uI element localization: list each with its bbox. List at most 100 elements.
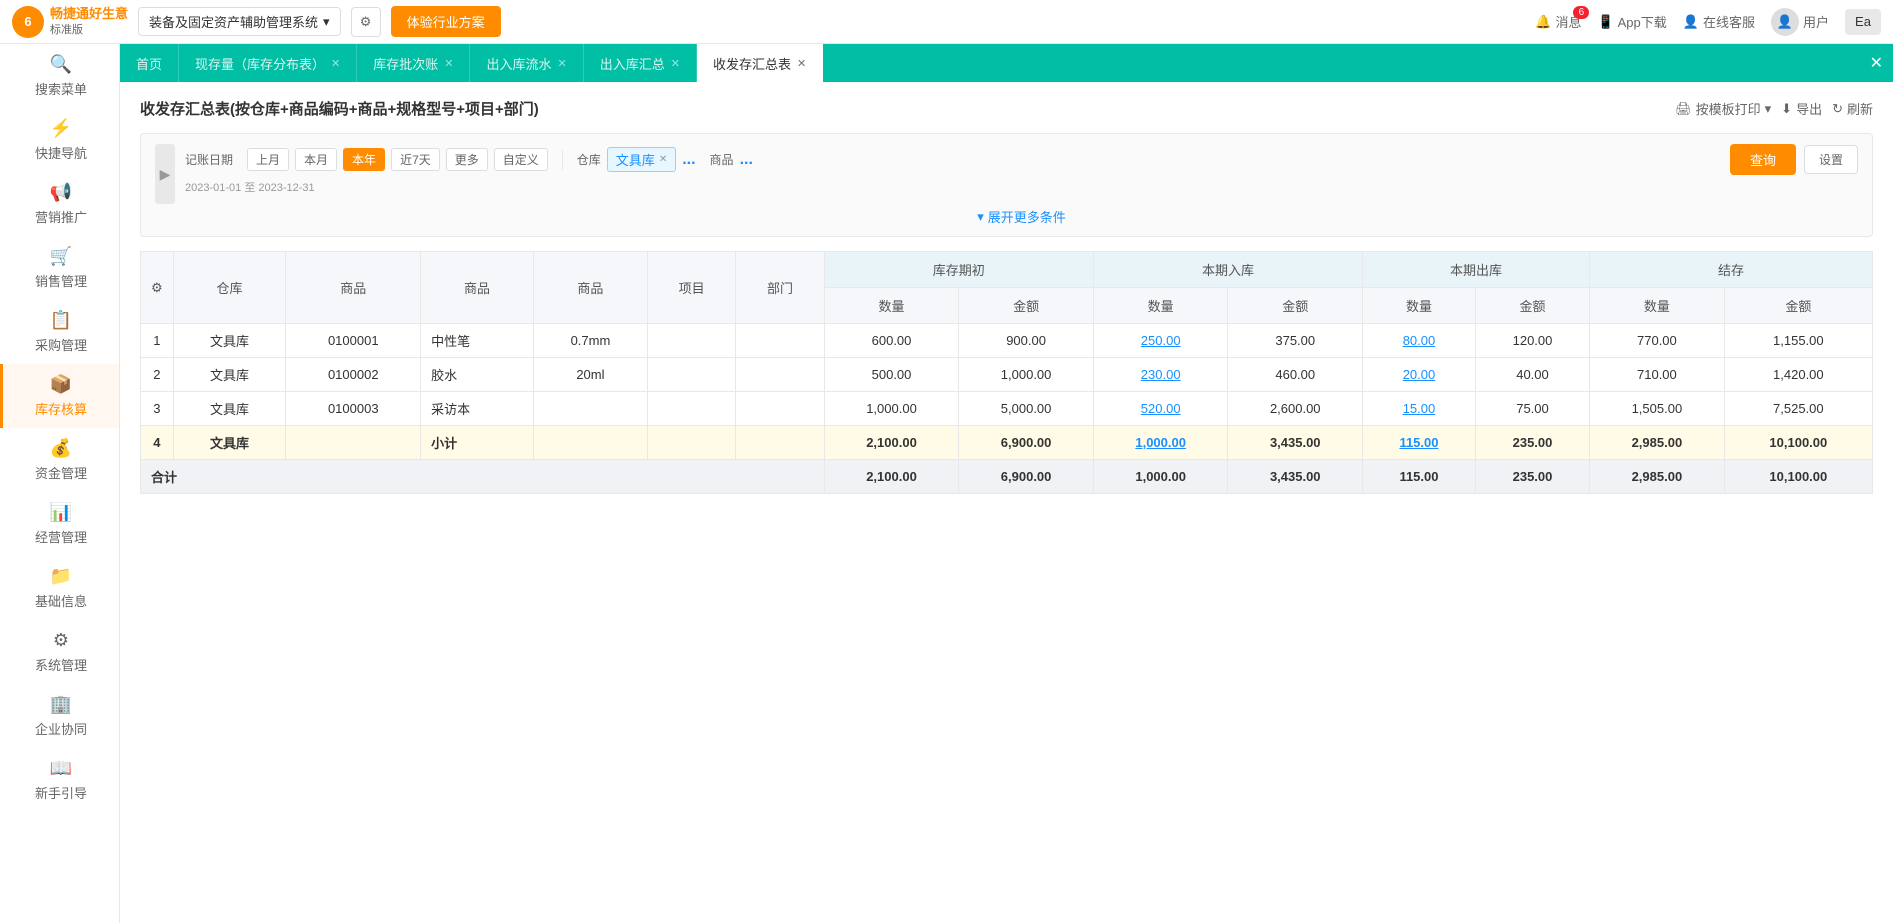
tab-stock-dist[interactable]: 现存量（库存分布表） ✕ bbox=[179, 44, 357, 82]
system-name[interactable]: 装备及固定资产辅助管理系统 ▾ bbox=[138, 7, 341, 36]
tab-inout-flow[interactable]: 出入库流水 ✕ bbox=[470, 44, 583, 82]
row3-in-qty[interactable]: 520.00 bbox=[1093, 392, 1228, 426]
print-icon: 🖨 bbox=[1675, 101, 1692, 117]
row2-out-qty[interactable]: 20.00 bbox=[1363, 358, 1476, 392]
sidebar-item-quick-nav[interactable]: ⚡ 快捷导航 bbox=[0, 108, 119, 172]
expand-row: ▾ 展开更多条件 bbox=[185, 201, 1858, 226]
bell-icon: 🔔 bbox=[1535, 14, 1551, 30]
sidebar-item-inventory[interactable]: 📦 库存核算 bbox=[0, 364, 119, 428]
row1-open-qty: 600.00 bbox=[824, 324, 959, 358]
tab-home[interactable]: 首页 bbox=[120, 44, 179, 82]
row2-dept bbox=[736, 358, 824, 392]
warehouse-tag[interactable]: 文具库 ✕ bbox=[607, 147, 676, 172]
sidebar-item-search[interactable]: 🔍 搜索菜单 bbox=[0, 44, 119, 108]
sidebar-item-finance[interactable]: 💰 资金管理 bbox=[0, 428, 119, 492]
col-out-qty-header: 数量 bbox=[1363, 288, 1476, 324]
query-button[interactable]: 查询 bbox=[1730, 144, 1796, 175]
filter-bar: ▶ 记账日期 上月 本月 本年 近7天 更多 自定义 bbox=[140, 133, 1873, 237]
col-code-header: 商品 bbox=[286, 252, 421, 324]
sidebar-item-purchase[interactable]: 📋 采购管理 bbox=[0, 300, 119, 364]
sidebar-item-operations[interactable]: 📊 经营管理 bbox=[0, 492, 119, 556]
total-bal-amt: 10,100.00 bbox=[1724, 460, 1872, 494]
tab-close-receipt-summary[interactable]: ✕ bbox=[797, 57, 806, 70]
sidebar-item-system[interactable]: ⚙ 系统管理 bbox=[0, 620, 119, 684]
sidebar-item-marketing[interactable]: 📢 营销推广 bbox=[0, 172, 119, 236]
tab-close-inout-summary[interactable]: ✕ bbox=[671, 57, 680, 70]
operations-icon: 📊 bbox=[50, 502, 72, 523]
col-name-header: 商品 bbox=[421, 252, 534, 324]
col-bal-amt-header: 金额 bbox=[1724, 288, 1872, 324]
sidebar-item-enterprise[interactable]: 🏢 企业协同 bbox=[0, 684, 119, 748]
subtotal-dept bbox=[736, 426, 824, 460]
expand-conditions-button[interactable]: ▾ 展开更多条件 bbox=[977, 207, 1066, 226]
col-dept-header: 部门 bbox=[736, 252, 824, 324]
tab-close-inout-flow[interactable]: ✕ bbox=[558, 57, 567, 70]
date-btn-this-month[interactable]: 本月 bbox=[295, 148, 337, 171]
system-icon: ⚙ bbox=[53, 630, 69, 651]
row2-warehouse: 文具库 bbox=[173, 358, 286, 392]
row2-code: 0100002 bbox=[286, 358, 421, 392]
row1-bal-amt: 1,155.00 bbox=[1724, 324, 1872, 358]
page-content: 收发存汇总表(按仓库+商品编码+商品+规格型号+项目+部门) 🖨 按模板打印 ▾… bbox=[120, 82, 1893, 923]
search-icon: 🔍 bbox=[50, 54, 72, 75]
sidebar-item-basic-info[interactable]: 📁 基础信息 bbox=[0, 556, 119, 620]
ea-badge: Ea bbox=[1845, 9, 1881, 35]
warehouse-tag-close[interactable]: ✕ bbox=[659, 154, 667, 165]
chevron-down-icon: ▾ bbox=[977, 209, 984, 225]
settings-button[interactable]: 设置 bbox=[1804, 145, 1858, 174]
refresh-button[interactable]: ↻ 刷新 bbox=[1832, 99, 1873, 118]
row3-name: 采访本 bbox=[421, 392, 534, 426]
guide-icon: 📖 bbox=[50, 758, 72, 779]
subtotal-in-qty[interactable]: 1,000.00 bbox=[1093, 426, 1228, 460]
row3-code: 0100003 bbox=[286, 392, 421, 426]
date-shortcuts: 上月 本月 本年 近7天 更多 自定义 bbox=[247, 148, 548, 171]
subtotal-warehouse: 文具库 bbox=[173, 426, 286, 460]
row1-project bbox=[648, 324, 736, 358]
tab-batch[interactable]: 库存批次账 ✕ bbox=[357, 44, 470, 82]
warehouse-more-button[interactable]: ... bbox=[682, 151, 695, 169]
logo-text: 畅捷通好生意 标准版 bbox=[50, 6, 128, 37]
subtotal-seq: 4 bbox=[141, 426, 174, 460]
subtotal-out-qty[interactable]: 115.00 bbox=[1363, 426, 1476, 460]
gear-button[interactable]: ⚙ bbox=[351, 7, 381, 37]
row1-bal-qty: 770.00 bbox=[1590, 324, 1725, 358]
online-service[interactable]: 👤 在线客服 bbox=[1683, 12, 1755, 31]
date-btn-last-month[interactable]: 上月 bbox=[247, 148, 289, 171]
row3-out-qty[interactable]: 15.00 bbox=[1363, 392, 1476, 426]
tab-inout-summary[interactable]: 出入库汇总 ✕ bbox=[584, 44, 697, 82]
row3-seq: 3 bbox=[141, 392, 174, 426]
warehouse-filter: 仓库 文具库 ✕ ... bbox=[577, 147, 696, 172]
filter-collapse-button[interactable]: ▶ bbox=[155, 144, 175, 204]
date-btn-this-year[interactable]: 本年 bbox=[343, 148, 385, 171]
sidebar-item-sales[interactable]: 🛒 销售管理 bbox=[0, 236, 119, 300]
row2-open-amt: 1,000.00 bbox=[959, 358, 1094, 392]
row2-in-qty[interactable]: 230.00 bbox=[1093, 358, 1228, 392]
tab-bar-close[interactable]: ✕ bbox=[1860, 53, 1893, 73]
table-row: 2 文具库 0100002 胶水 20ml 500.00 1,000.00 23… bbox=[141, 358, 1873, 392]
export-icon: ⬇ bbox=[1781, 101, 1792, 117]
goods-more-button[interactable]: ... bbox=[740, 151, 753, 169]
tab-receipt-summary[interactable]: 收发存汇总表 ✕ bbox=[697, 44, 823, 82]
print-template-button[interactable]: 🖨 按模板打印 ▾ bbox=[1675, 99, 1771, 118]
tab-close-stock-dist[interactable]: ✕ bbox=[331, 57, 340, 70]
tab-close-batch[interactable]: ✕ bbox=[444, 57, 453, 70]
row2-spec: 20ml bbox=[533, 358, 647, 392]
date-btn-7days[interactable]: 近7天 bbox=[391, 148, 440, 171]
sidebar-item-guide[interactable]: 📖 新手引导 bbox=[0, 748, 119, 812]
date-btn-more[interactable]: 更多 bbox=[446, 148, 488, 171]
row2-bal-qty: 710.00 bbox=[1590, 358, 1725, 392]
table-row: 1 文具库 0100001 中性笔 0.7mm 600.00 900.00 25… bbox=[141, 324, 1873, 358]
notification-bell[interactable]: 🔔 消息 6 bbox=[1535, 12, 1581, 31]
experience-button[interactable]: 体验行业方案 bbox=[391, 6, 501, 37]
date-btn-custom[interactable]: 自定义 bbox=[494, 148, 548, 171]
col-settings-header[interactable]: ⚙ bbox=[141, 252, 174, 324]
export-button[interactable]: ⬇ 导出 bbox=[1781, 99, 1822, 118]
user-area[interactable]: 👤 用户 bbox=[1771, 8, 1829, 36]
row2-in-amt: 460.00 bbox=[1228, 358, 1363, 392]
app-download[interactable]: 📱 App下载 bbox=[1597, 12, 1666, 31]
dropdown-icon: ▾ bbox=[323, 14, 330, 30]
marketing-icon: 📢 bbox=[50, 182, 72, 203]
row1-out-qty[interactable]: 80.00 bbox=[1363, 324, 1476, 358]
row1-in-qty[interactable]: 250.00 bbox=[1093, 324, 1228, 358]
table-container: ⚙ 仓库 商品 商品 商品 项目 部门 库存期初 本期入库 本期出库 bbox=[140, 251, 1873, 494]
